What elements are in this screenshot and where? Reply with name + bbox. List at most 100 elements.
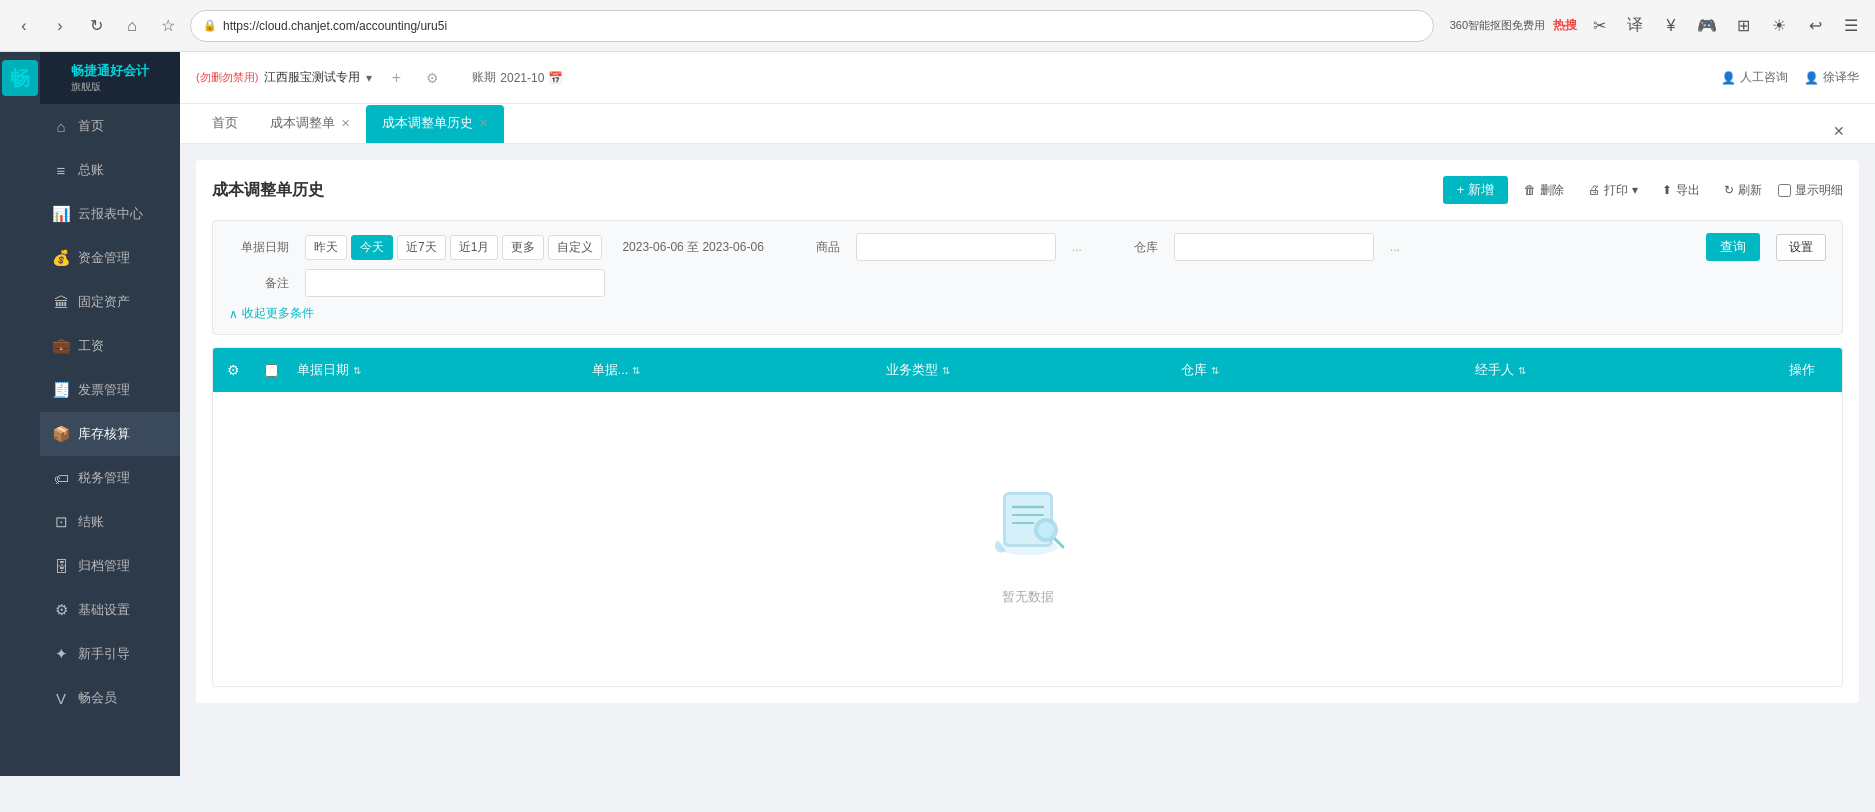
date-quick-buttons: 昨天 今天 近7天 近1月 更多 自定义 — [305, 235, 602, 260]
tab-cost-adjustment-close[interactable]: ✕ — [341, 117, 350, 130]
headset-icon: 👤 — [1721, 71, 1736, 85]
th-business-type[interactable]: 业务类型 ⇅ — [878, 361, 1173, 379]
guide-nav-icon: ✦ — [52, 645, 70, 663]
assets-nav-icon: 🏛 — [52, 294, 70, 311]
sidebar-item-vip[interactable]: V 畅会员 — [40, 676, 180, 720]
settings-company-button[interactable]: ⚙ — [420, 66, 444, 90]
user-profile-button[interactable]: 👤 徐译华 — [1804, 69, 1859, 86]
brightness-button[interactable]: ☀ — [1765, 12, 1793, 40]
sidebar-item-ledger-label: 总账 — [78, 161, 104, 179]
th-handler-label: 经手人 — [1475, 361, 1514, 379]
browser-right-controls: 360智能抠图免费用 热搜 ✂ 译 ¥ 🎮 ⊞ ☀ ↩ ☰ — [1450, 12, 1865, 40]
sidebar-item-assets[interactable]: 🏛 固定资产 — [40, 280, 180, 324]
tab-cost-adjustment-history-close[interactable]: ✕ — [479, 117, 488, 130]
show-detail-checkbox[interactable] — [1778, 184, 1791, 197]
th-doc-number[interactable]: 单据... ⇅ — [584, 361, 879, 379]
icon-sidebar-logo[interactable]: 畅 — [2, 60, 38, 96]
date-btn-more[interactable]: 更多 — [502, 235, 544, 260]
user-name-label: 徐译华 — [1823, 69, 1859, 86]
empty-state: 暂无数据 — [213, 392, 1842, 686]
page-card: 成本调整单历史 + 新增 🗑 删除 🖨 打印 ▾ ⬆ — [196, 160, 1859, 703]
undo-button[interactable]: ↩ — [1801, 12, 1829, 40]
th-doc-number-label: 单据... — [592, 361, 629, 379]
th-actions: 操作 — [1762, 361, 1842, 379]
data-table: ⚙ 单据日期 ⇅ 单据... ⇅ 业务类型 — [212, 347, 1843, 687]
export-button[interactable]: ⬆ 导出 — [1654, 178, 1708, 203]
th-warehouse[interactable]: 仓库 ⇅ — [1173, 361, 1468, 379]
print-button[interactable]: 🖨 打印 ▾ — [1580, 178, 1646, 203]
date-btn-yesterday[interactable]: 昨天 — [305, 235, 347, 260]
back-button[interactable]: ‹ — [10, 12, 38, 40]
select-all-checkbox[interactable] — [265, 364, 278, 377]
th-handler[interactable]: 经手人 ⇅ — [1467, 361, 1762, 379]
query-button[interactable]: 查询 — [1706, 233, 1760, 261]
setting-button[interactable]: 设置 — [1776, 234, 1826, 261]
sidebar-item-guide[interactable]: ✦ 新手引导 — [40, 632, 180, 676]
tab-home[interactable]: 首页 — [196, 105, 254, 143]
menu-button[interactable]: ☰ — [1837, 12, 1865, 40]
forward-button[interactable]: › — [46, 12, 74, 40]
collapse-filter-button[interactable]: ∧ 收起更多条件 — [229, 305, 1826, 322]
sidebar-item-guide-label: 新手引导 — [78, 645, 130, 663]
sidebar-item-assets-label: 固定资产 — [78, 293, 130, 311]
sidebar-item-close[interactable]: ⊡ 结账 — [40, 500, 180, 544]
sidebar-item-reports-label: 云报表中心 — [78, 205, 143, 223]
date-btn-today[interactable]: 今天 — [351, 235, 393, 260]
sidebar-item-tax-label: 税务管理 — [78, 469, 130, 487]
page-body: 成本调整单历史 + 新增 🗑 删除 🖨 打印 ▾ ⬆ — [180, 144, 1875, 776]
sidebar-item-invoice[interactable]: 🧾 发票管理 — [40, 368, 180, 412]
sidebar-item-settings[interactable]: ⚙ 基础设置 — [40, 588, 180, 632]
table-settings-icon[interactable]: ⚙ — [213, 362, 253, 378]
customer-service-button[interactable]: 👤 人工咨询 — [1721, 69, 1788, 86]
tab-cost-adjustment[interactable]: 成本调整单 ✕ — [254, 105, 366, 143]
th-date[interactable]: 单据日期 ⇅ — [289, 361, 584, 379]
ssl-lock-icon: 🔒 — [203, 19, 217, 32]
remark-filter-input[interactable] — [305, 269, 605, 297]
sidebar-item-ledger[interactable]: ≡ 总账 — [40, 148, 180, 192]
translate-button[interactable]: 译 — [1621, 12, 1649, 40]
date-btn-7days[interactable]: 近7天 — [397, 235, 446, 260]
sidebar-item-home[interactable]: ⌂ 首页 — [40, 104, 180, 148]
table-select-all[interactable] — [253, 364, 289, 377]
home-button[interactable]: ⌂ — [118, 12, 146, 40]
date-btn-custom[interactable]: 自定义 — [548, 235, 602, 260]
delete-button[interactable]: 🗑 删除 — [1516, 178, 1572, 203]
extensions-button[interactable]: ✂ — [1585, 12, 1613, 40]
main-sidebar: 畅捷通好会计 旗舰版 ⌂ 首页 ≡ 总账 📊 云报表中心 💰 资金管理 🏛 — [40, 52, 180, 776]
wallet-button[interactable]: ¥ — [1657, 12, 1685, 40]
apps-button[interactable]: ⊞ — [1729, 12, 1757, 40]
browser-chrome: ‹ › ↻ ⌂ ☆ 🔒 https://cloud.chanjet.com/ac… — [0, 0, 1875, 52]
app-layout: 畅 畅捷通好会计 旗舰版 ⌂ 首页 ≡ 总账 📊 云报表中心 💰 — [0, 52, 1875, 776]
remark-filter-label: 备注 — [229, 275, 289, 292]
sidebar-item-reports[interactable]: 📊 云报表中心 — [40, 192, 180, 236]
show-detail-checkbox-wrapper[interactable]: 显示明细 — [1778, 182, 1843, 199]
sidebar-item-salary[interactable]: 💼 工资 — [40, 324, 180, 368]
date-btn-1month[interactable]: 近1月 — [450, 235, 499, 260]
print-icon: 🖨 — [1588, 183, 1600, 197]
window-close-button[interactable]: ✕ — [1827, 119, 1851, 143]
collapse-label: 收起更多条件 — [242, 305, 314, 322]
bookmark-button[interactable]: ☆ — [154, 12, 182, 40]
games-button[interactable]: 🎮 — [1693, 12, 1721, 40]
add-company-button[interactable]: + — [384, 66, 408, 90]
close-nav-icon: ⊡ — [52, 513, 70, 531]
sidebar-item-inventory[interactable]: 📦 库存核算 — [40, 412, 180, 456]
th-business-type-label: 业务类型 — [886, 361, 938, 379]
tab-cost-adjustment-history[interactable]: 成本调整单历史 ✕ — [366, 105, 504, 143]
sidebar-item-tax[interactable]: 🏷 税务管理 — [40, 456, 180, 500]
refresh-button[interactable]: ↻ 刷新 — [1716, 178, 1770, 203]
add-button[interactable]: + 新增 — [1443, 176, 1508, 204]
goods-filter-input[interactable] — [856, 233, 1056, 261]
inventory-nav-icon: 📦 — [52, 425, 70, 443]
company-selector[interactable]: (勿删勿禁用) 江西服宝测试专用 ▾ — [196, 69, 372, 86]
address-bar[interactable]: 🔒 https://cloud.chanjet.com/accounting/u… — [190, 10, 1434, 42]
top-bar-right: 👤 人工咨询 👤 徐译华 — [1721, 69, 1859, 86]
sidebar-item-home-label: 首页 — [78, 117, 104, 135]
window-controls: ✕ — [1827, 119, 1859, 143]
filter-area: 单据日期 昨天 今天 近7天 近1月 更多 自定义 2023-06-06 至 2… — [212, 220, 1843, 335]
refresh-button[interactable]: ↻ — [82, 12, 110, 40]
sidebar-item-archive[interactable]: 🗄 归档管理 — [40, 544, 180, 588]
sidebar-item-funds[interactable]: 💰 资金管理 — [40, 236, 180, 280]
salary-nav-icon: 💼 — [52, 337, 70, 355]
warehouse-filter-input[interactable] — [1174, 233, 1374, 261]
